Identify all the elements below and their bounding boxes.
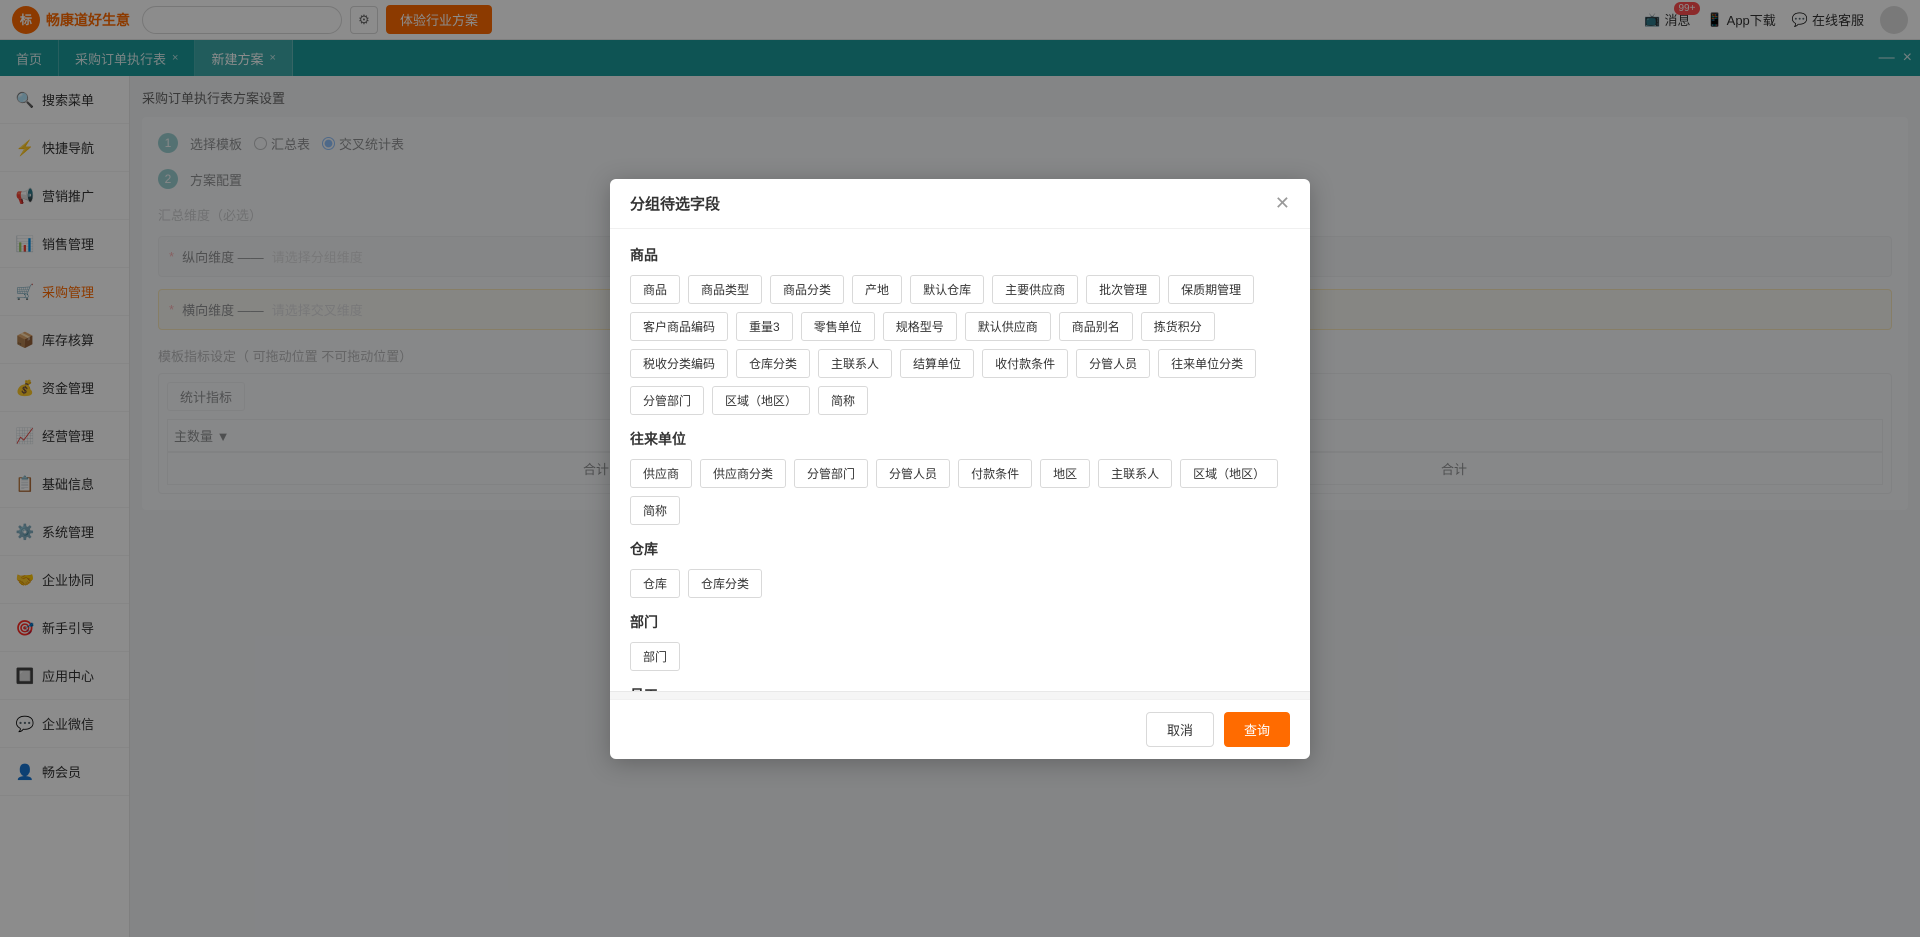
field-tag-商品分类[interactable]: 商品分类 xyxy=(770,275,844,304)
field-tag-区域（地区）[interactable]: 区域（地区） xyxy=(712,386,810,415)
field-tag-商品[interactable]: 商品 xyxy=(630,275,680,304)
fields-grid-warehouse: 仓库仓库分类 xyxy=(630,569,1290,598)
field-tag-分管部门[interactable]: 分管部门 xyxy=(630,386,704,415)
confirm-button[interactable]: 查询 xyxy=(1224,712,1290,747)
field-tag-结算单位[interactable]: 结算单位 xyxy=(900,349,974,378)
field-tag-客户商品编码[interactable]: 客户商品编码 xyxy=(630,312,728,341)
field-tag-仓库分类[interactable]: 仓库分类 xyxy=(688,569,762,598)
field-tag-商品类型[interactable]: 商品类型 xyxy=(688,275,762,304)
field-tag-商品别名[interactable]: 商品别名 xyxy=(1059,312,1133,341)
field-tag-地区[interactable]: 地区 xyxy=(1040,459,1090,488)
field-tag-批次管理[interactable]: 批次管理 xyxy=(1086,275,1160,304)
modal-body: 商品商品商品类型商品分类产地默认仓库主要供应商批次管理保质期管理客户商品编码重量… xyxy=(610,229,1310,691)
field-tag-供应商分类[interactable]: 供应商分类 xyxy=(700,459,786,488)
fields-grid-department: 部门 xyxy=(630,642,1290,671)
field-tag-分管人员[interactable]: 分管人员 xyxy=(876,459,950,488)
section-title-department: 部门 xyxy=(630,612,1290,632)
section-title-goods: 商品 xyxy=(630,245,1290,265)
section-title-warehouse: 仓库 xyxy=(630,539,1290,559)
field-tag-主联系人[interactable]: 主联系人 xyxy=(818,349,892,378)
field-tag-拣货积分[interactable]: 拣货积分 xyxy=(1141,312,1215,341)
field-tag-分管人员[interactable]: 分管人员 xyxy=(1076,349,1150,378)
section-title-partner: 往来单位 xyxy=(630,429,1290,449)
fields-grid-partner: 供应商供应商分类分管部门分管人员付款条件地区主联系人区域（地区） 简称 xyxy=(630,459,1290,525)
modal-header: 分组待选字段 ✕ xyxy=(610,179,1310,229)
field-tag-简称[interactable]: 简称 xyxy=(630,496,680,525)
modal-title: 分组待选字段 xyxy=(630,193,720,214)
field-tag-重量3[interactable]: 重量3 xyxy=(736,312,793,341)
field-tag-区域（地区）[interactable]: 区域（地区） xyxy=(1180,459,1278,488)
modal-overlay: 分组待选字段 ✕ 商品商品商品类型商品分类产地默认仓库主要供应商批次管理保质期管… xyxy=(0,0,1920,937)
cancel-button[interactable]: 取消 xyxy=(1146,712,1214,747)
field-tag-仓库分类[interactable]: 仓库分类 xyxy=(736,349,810,378)
field-tag-零售单位[interactable]: 零售单位 xyxy=(801,312,875,341)
fields-grid-goods: 商品商品类型商品分类产地默认仓库主要供应商批次管理保质期管理客户商品编码重量3 零… xyxy=(630,275,1290,415)
field-tag-往来单位分类[interactable]: 往来单位分类 xyxy=(1158,349,1256,378)
field-tag-规格型号[interactable]: 规格型号 xyxy=(883,312,957,341)
modal-horizontal-scrollbar[interactable] xyxy=(610,691,1310,699)
field-tag-主联系人[interactable]: 主联系人 xyxy=(1098,459,1172,488)
field-tag-分管部门[interactable]: 分管部门 xyxy=(794,459,868,488)
field-tag-默认仓库[interactable]: 默认仓库 xyxy=(910,275,984,304)
field-tag-产地[interactable]: 产地 xyxy=(852,275,902,304)
field-tag-收付款条件[interactable]: 收付款条件 xyxy=(982,349,1068,378)
field-tag-简称[interactable]: 简称 xyxy=(818,386,868,415)
field-tag-默认供应商[interactable]: 默认供应商 xyxy=(965,312,1051,341)
field-tag-部门[interactable]: 部门 xyxy=(630,642,680,671)
modal-footer: 取消 查询 xyxy=(610,699,1310,759)
field-tag-供应商[interactable]: 供应商 xyxy=(630,459,692,488)
field-tag-仓库[interactable]: 仓库 xyxy=(630,569,680,598)
field-select-modal: 分组待选字段 ✕ 商品商品商品类型商品分类产地默认仓库主要供应商批次管理保质期管… xyxy=(610,179,1310,759)
field-tag-主要供应商[interactable]: 主要供应商 xyxy=(992,275,1078,304)
field-tag-保质期管理[interactable]: 保质期管理 xyxy=(1168,275,1254,304)
field-tag-付款条件[interactable]: 付款条件 xyxy=(958,459,1032,488)
field-tag-税收分类编码[interactable]: 税收分类编码 xyxy=(630,349,728,378)
modal-close-btn[interactable]: ✕ xyxy=(1275,193,1290,214)
